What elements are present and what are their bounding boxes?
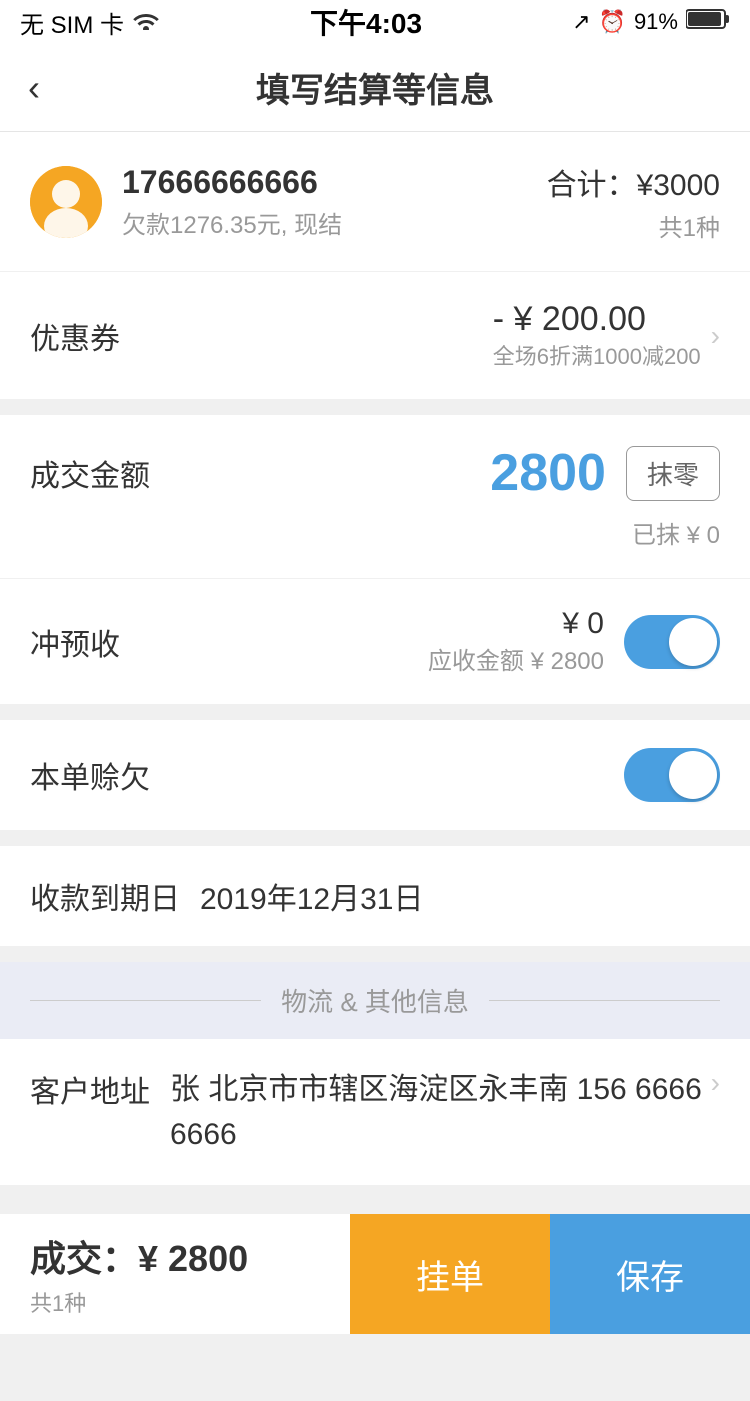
amount-sub: 已抹 ¥ 0: [30, 515, 720, 550]
user-info: 17666666666 欠款1276.35元, 现结: [122, 164, 342, 240]
content-area: 17666666666 欠款1276.35元, 现结 合计：¥3000 共1种 …: [0, 132, 750, 1401]
due-date-label: 收款到期日: [30, 874, 180, 918]
status-right: ↗ ⏰ 91%: [572, 8, 730, 36]
prepay-row: 冲预收 ¥ 0 应收金额 ¥ 2800: [0, 578, 750, 704]
user-count: 共1种: [547, 208, 720, 243]
debt-toggle-knob: [669, 751, 717, 799]
debt-row: 本单赊欠: [30, 748, 720, 802]
logistics-divider: 物流 & 其他信息: [0, 962, 750, 1039]
due-date-section: 收款到期日 2019年12月31日: [0, 846, 750, 946]
user-card: 17666666666 欠款1276.35元, 现结 合计：¥3000 共1种 …: [0, 132, 750, 399]
nav-bar: ‹ 填写结算等信息: [0, 44, 750, 132]
amount-value: 2800: [490, 443, 606, 503]
battery-icon: [686, 8, 730, 36]
wifi-icon: [132, 8, 160, 37]
battery-level: 91%: [634, 9, 678, 35]
logistics-line-left: [30, 1000, 261, 1001]
address-content: 张 北京市市辖区海淀区永丰南 156 6666 6666: [170, 1067, 711, 1157]
address-section[interactable]: 客户地址 张 北京市市辖区海淀区永丰南 156 6666 6666 ›: [0, 1039, 750, 1185]
chevron-right-icon: ›: [711, 320, 720, 352]
amount-section: 成交金额 2800 抹零 已抹 ¥ 0: [0, 415, 750, 578]
debt-label: 本单赊欠: [30, 753, 150, 797]
logistics-text: 物流 & 其他信息: [261, 982, 489, 1019]
status-bar: 无 SIM 卡 下午4:03 ↗ ⏰ 91%: [0, 0, 750, 44]
coupon-row[interactable]: 优惠券 - ¥ 200.00 全场6折满1000减200 ›: [0, 271, 750, 399]
page-title: 填写结算等信息: [256, 63, 494, 112]
bottom-info: 成交：¥ 2800 共1种: [0, 1230, 350, 1318]
prepay-amount-block: ¥ 0 应收金额 ¥ 2800: [428, 607, 604, 676]
amount-card: 成交金额 2800 抹零 已抹 ¥ 0 冲预收 ¥ 0 应收金额 ¥ 2800: [0, 415, 750, 704]
debt-section: 本单赊欠: [0, 720, 750, 830]
prepay-right: ¥ 0 应收金额 ¥ 2800: [428, 607, 720, 676]
alarm-icon: ⏰: [599, 9, 626, 35]
amount-row: 成交金额 2800 抹零: [30, 443, 720, 503]
prepay-toggle[interactable]: [624, 615, 720, 669]
prepay-label: 冲预收: [30, 620, 120, 664]
amount-right: 2800 抹零: [490, 443, 720, 503]
bottom-transaction-value: ¥ 2800: [138, 1238, 248, 1279]
user-total: 合计：¥3000: [547, 160, 720, 204]
bottom-bar: 成交：¥ 2800 共1种 挂单 保存: [0, 1214, 750, 1334]
pending-button[interactable]: 挂单: [350, 1214, 550, 1334]
user-left: 17666666666 欠款1276.35元, 现结: [30, 164, 342, 240]
debt-toggle[interactable]: [624, 748, 720, 802]
coupon-desc: 全场6折满1000减200: [493, 339, 701, 371]
round-button[interactable]: 抹零: [626, 446, 720, 501]
bottom-count: 共1种: [30, 1286, 320, 1318]
bottom-transaction-label: 成交：: [30, 1238, 138, 1279]
user-row: 17666666666 欠款1276.35元, 现结 合计：¥3000 共1种: [0, 132, 750, 271]
address-row: 客户地址 张 北京市市辖区海淀区永丰南 156 6666 6666 ›: [30, 1067, 720, 1157]
logistics-line-right: [489, 1000, 720, 1001]
amount-label: 成交金额: [30, 451, 150, 495]
back-button[interactable]: ‹: [28, 67, 40, 109]
due-date-value: 2019年12月31日: [200, 874, 423, 918]
location-icon: ↗: [572, 9, 590, 35]
bottom-transaction: 成交：¥ 2800: [30, 1230, 320, 1282]
save-button[interactable]: 保存: [550, 1214, 750, 1334]
coupon-right: - ¥ 200.00 全场6折满1000减200 ›: [493, 300, 720, 371]
coupon-label: 优惠券: [30, 314, 120, 358]
user-phone: 17666666666: [122, 164, 342, 201]
status-left: 无 SIM 卡: [20, 5, 160, 40]
prepay-amount: ¥ 0: [428, 607, 604, 641]
coupon-amount: - ¥ 200.00: [493, 300, 701, 339]
user-right: 合计：¥3000 共1种: [547, 160, 720, 243]
toggle-knob: [669, 618, 717, 666]
address-chevron-icon: ›: [711, 1067, 720, 1099]
status-time: 下午4:03: [310, 2, 422, 42]
due-date-row: 收款到期日 2019年12月31日: [30, 874, 720, 918]
avatar: [30, 166, 102, 238]
user-sub: 欠款1276.35元, 现结: [122, 205, 342, 240]
address-label: 客户地址: [30, 1067, 150, 1111]
sim-indicator: 无 SIM 卡: [20, 5, 124, 40]
prepay-sub: 应收金额 ¥ 2800: [428, 641, 604, 676]
